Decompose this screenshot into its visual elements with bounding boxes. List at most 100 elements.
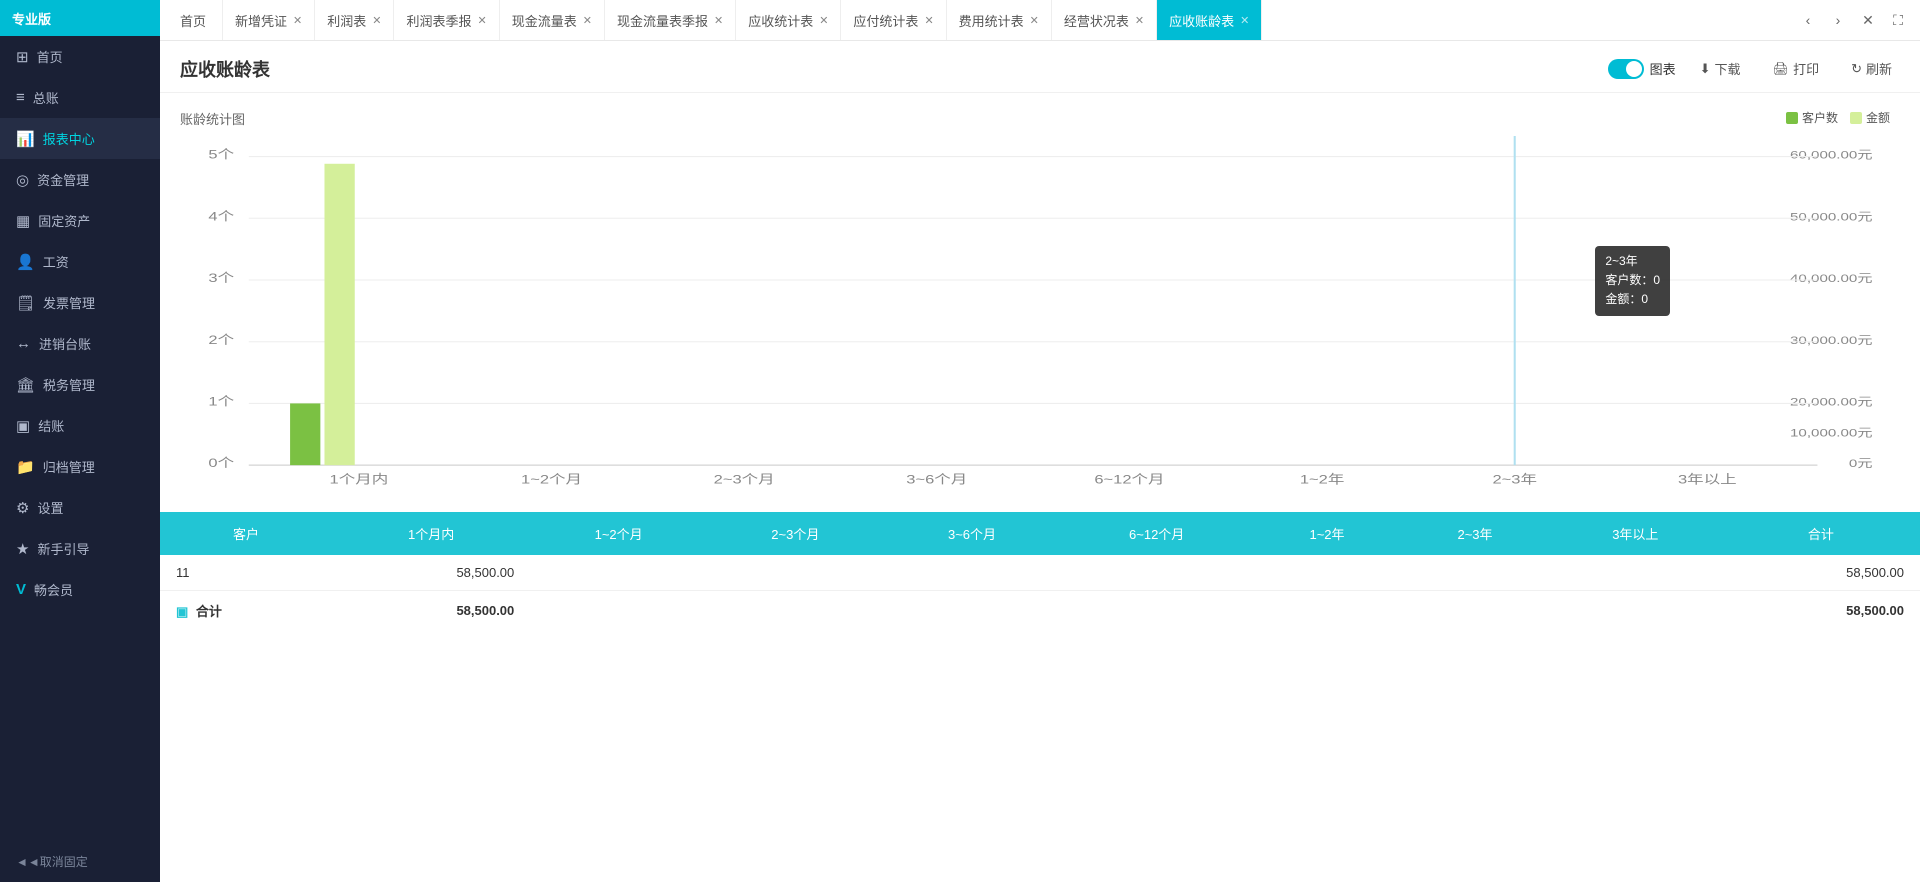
sidebar-item-sales[interactable]: ↔ 进销台账 <box>0 323 160 364</box>
footer-2-3m <box>707 591 884 631</box>
toggle-dot <box>1626 61 1642 77</box>
legend-amount: 金额 <box>1850 109 1890 126</box>
svg-text:2~3个月: 2~3个月 <box>714 473 775 487</box>
sidebar-item-home[interactable]: ⊞ 首页 <box>0 36 160 77</box>
footer-3y-plus <box>1549 591 1722 631</box>
tab-ar-stat[interactable]: 应收统计表 ✕ <box>736 0 841 40</box>
table-section: 客户 1个月内 1~2个月 2~3个月 3~6个月 6~12个月 1~2年 2~… <box>160 512 1920 882</box>
toggle-background[interactable] <box>1608 59 1644 79</box>
svg-text:10,000.00元: 10,000.00元 <box>1790 426 1872 439</box>
close-accounts-icon: ▣ <box>16 417 30 435</box>
tab-expense[interactable]: 费用统计表 ✕ <box>947 0 1052 40</box>
sidebar-item-salary[interactable]: 👤 工资 <box>0 241 160 282</box>
sidebar: 专业版 ⊞ 首页 ≡ 总账 📊 报表中心 ◎ 资金管理 ▦ 固定资产 👤 工资 … <box>0 0 160 882</box>
tab-voucher[interactable]: 新增凭证 ✕ <box>223 0 315 40</box>
sidebar-item-archive[interactable]: 📁 归档管理 <box>0 446 160 487</box>
salary-icon: 👤 <box>16 253 35 271</box>
tab-close-expense[interactable]: ✕ <box>1030 14 1039 27</box>
tab-close-profit-quarter[interactable]: ✕ <box>478 14 487 27</box>
print-icon: 🖨 <box>1773 61 1790 77</box>
cell-1m: 58,500.00 <box>332 555 530 591</box>
svg-text:20,000.00元: 20,000.00元 <box>1790 395 1872 408</box>
tab-close-profit[interactable]: ✕ <box>372 14 381 27</box>
tab-ar-aging[interactable]: 应收账龄表 ✕ <box>1157 0 1262 40</box>
sidebar-item-label: 新手引导 <box>37 539 89 558</box>
sidebar-item-guide[interactable]: ★ 新手引导 <box>0 528 160 569</box>
sidebar-item-settings[interactable]: ⚙ 设置 <box>0 487 160 528</box>
tab-close-ar-stat[interactable]: ✕ <box>819 14 828 27</box>
chart-title: 账龄统计图 <box>180 109 1900 128</box>
tab-profit-quarter[interactable]: 利润表季报 ✕ <box>394 0 499 40</box>
total-icon: ▣ <box>176 604 188 619</box>
th-total: 合计 <box>1722 512 1920 555</box>
svg-text:50,000.00元: 50,000.00元 <box>1790 210 1872 223</box>
bar-1m-amount <box>324 164 354 465</box>
sidebar-item-label: 结账 <box>38 416 64 435</box>
chart-area: 账龄统计图 客户数 金额 5个 4个 3个 2个 1个 <box>160 93 1920 512</box>
legend-amount-dot <box>1850 112 1862 124</box>
page-header: 应收账龄表 图表 ⬇ 下载 🖨 打印 ↻ 刷新 <box>160 41 1920 93</box>
tab-biz-status[interactable]: 经营状况表 ✕ <box>1052 0 1157 40</box>
chart-svg: 5个 4个 3个 2个 1个 0个 60,000.00元 50,000.00元 … <box>180 136 1900 496</box>
refresh-icon: ↻ <box>1851 61 1862 77</box>
sidebar-item-vip[interactable]: V 畅会员 <box>0 569 160 610</box>
sidebar-item-label: 报表中心 <box>43 129 95 148</box>
svg-text:5个: 5个 <box>208 148 234 162</box>
sidebar-item-label: 畅会员 <box>34 580 73 599</box>
th-2-3y: 2~3年 <box>1401 512 1549 555</box>
svg-text:2个: 2个 <box>208 333 234 347</box>
svg-text:2~3年: 2~3年 <box>1492 473 1536 487</box>
sidebar-item-reports[interactable]: 📊 报表中心 <box>0 118 160 159</box>
tab-close-cashflow-quarter[interactable]: ✕ <box>714 14 723 27</box>
tab-ap-stat[interactable]: 应付统计表 ✕ <box>841 0 946 40</box>
svg-text:60,000.00元: 60,000.00元 <box>1790 148 1872 161</box>
legend-customer-dot <box>1786 112 1798 124</box>
svg-text:4个: 4个 <box>208 209 234 223</box>
tab-cashflow[interactable]: 现金流量表 ✕ <box>500 0 605 40</box>
th-1m: 1个月内 <box>332 512 530 555</box>
unpin-button[interactable]: ◄◄取消固定 <box>0 841 160 882</box>
svg-text:6~12个月: 6~12个月 <box>1094 473 1164 487</box>
th-customer: 客户 <box>160 512 332 555</box>
sidebar-item-invoice[interactable]: 🗒 发票管理 <box>0 282 160 323</box>
tab-profit[interactable]: 利润表 ✕ <box>315 0 394 40</box>
main-area: 首页 新增凭证 ✕ 利润表 ✕ 利润表季报 ✕ 现金流量表 ✕ 现金流量表季报 … <box>160 0 1920 882</box>
legend-customer: 客户数 <box>1786 109 1838 126</box>
footer-2-3y <box>1401 591 1549 631</box>
bar-1m-customer <box>290 403 320 465</box>
ledger-icon: ≡ <box>16 89 25 106</box>
sidebar-item-label: 总账 <box>33 88 59 107</box>
print-button[interactable]: 🖨 打印 <box>1765 55 1828 82</box>
sidebar-item-assets[interactable]: ▦ 固定资产 <box>0 200 160 241</box>
tab-close-all-button[interactable]: ✕ <box>1854 6 1882 34</box>
footer-1-2y <box>1253 591 1401 631</box>
cell-6-12m <box>1060 555 1253 591</box>
tab-close-cashflow[interactable]: ✕ <box>583 14 592 27</box>
tab-close-biz-status[interactable]: ✕ <box>1135 14 1144 27</box>
sidebar-item-tax[interactable]: 🏛 税务管理 <box>0 364 160 405</box>
sidebar-item-ledger[interactable]: ≡ 总账 <box>0 77 160 118</box>
svg-text:3~6个月: 3~6个月 <box>906 473 967 487</box>
th-1-2y: 1~2年 <box>1253 512 1401 555</box>
tab-next-button[interactable]: › <box>1824 6 1852 34</box>
sidebar-item-funds[interactable]: ◎ 资金管理 <box>0 159 160 200</box>
refresh-button[interactable]: ↻ 刷新 <box>1843 55 1900 82</box>
tab-prev-button[interactable]: ‹ <box>1794 6 1822 34</box>
chart-toggle[interactable]: 图表 <box>1608 59 1676 79</box>
tab-maximize-button[interactable]: ⛶ <box>1884 6 1912 34</box>
cell-1-2y <box>1253 555 1401 591</box>
sidebar-item-label: 首页 <box>37 47 63 66</box>
tab-close-voucher[interactable]: ✕ <box>293 14 302 27</box>
tab-close-ar-aging[interactable]: ✕ <box>1240 14 1249 27</box>
tab-cashflow-quarter[interactable]: 现金流量表季报 ✕ <box>605 0 736 40</box>
sidebar-item-close[interactable]: ▣ 结账 <box>0 405 160 446</box>
funds-icon: ◎ <box>16 171 29 189</box>
app-logo: 专业版 <box>0 0 160 36</box>
tab-close-ap-stat[interactable]: ✕ <box>924 14 933 27</box>
svg-text:0元: 0元 <box>1849 457 1873 470</box>
footer-label: ▣ 合计 <box>160 591 332 631</box>
tab-home[interactable]: 首页 <box>164 0 223 40</box>
cell-2-3m <box>707 555 884 591</box>
download-button[interactable]: ⬇ 下载 <box>1692 55 1749 82</box>
tax-icon: 🏛 <box>16 376 35 394</box>
